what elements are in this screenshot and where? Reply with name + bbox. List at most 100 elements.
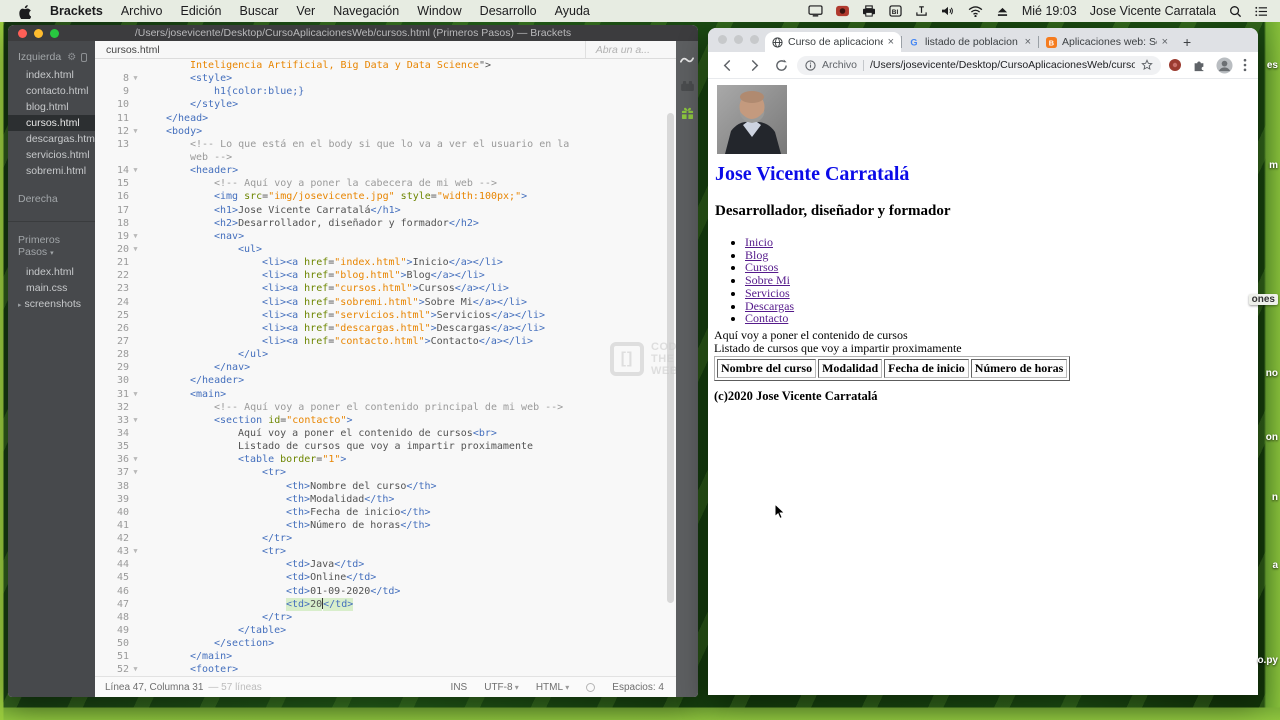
- menu-clock[interactable]: Mié 19:03: [1022, 4, 1077, 18]
- file-tab[interactable]: cursos.html: [95, 44, 160, 56]
- language-dropdown[interactable]: HTML: [536, 682, 569, 693]
- code-row[interactable]: 34 Aquí voy a poner el contenido de curso…: [95, 427, 676, 440]
- code-row[interactable]: 19 ▼ <nav>: [95, 230, 676, 243]
- code-row[interactable]: web -->: [95, 151, 676, 164]
- fold-arrow-icon[interactable]: ▼: [129, 414, 142, 427]
- desktop-icon-label[interactable]: o.py: [1257, 655, 1278, 666]
- new-tab-button[interactable]: +: [1183, 34, 1191, 50]
- code-row[interactable]: 24 <li><a href = "sobremi.html" > Sobre Mi </a…: [95, 296, 676, 309]
- tab-close-icon[interactable]: ×: [888, 36, 894, 48]
- project-dropdown[interactable]: Primeros Pasos ▾: [8, 222, 95, 264]
- sidebar-file-index.html[interactable]: index.html: [8, 67, 95, 83]
- sidebar-file-descargas.html[interactable]: descargas.html: [8, 131, 95, 147]
- live-preview-icon[interactable]: [680, 55, 694, 65]
- sidebar-file-sobremi.html[interactable]: sobremi.html: [8, 163, 95, 179]
- apple-menu-icon[interactable]: [18, 4, 31, 19]
- fold-arrow-icon[interactable]: ▼: [129, 230, 142, 243]
- desktop-icon-label[interactable]: m: [1269, 160, 1278, 171]
- screen-record-icon[interactable]: [835, 5, 849, 17]
- sidebar-file-cursos.html[interactable]: cursos.html: [8, 115, 95, 131]
- browser-tab-1[interactable]: Curso de aplicaciones Web ×: [765, 32, 901, 52]
- code-row[interactable]: 26 <li><a href = "descargas.html" > Descargas…: [95, 322, 676, 335]
- code-row[interactable]: 47 <td> 20 </td>: [95, 597, 676, 611]
- desktop-icon-label[interactable]: ones: [1248, 294, 1278, 305]
- code-row[interactable]: 12 ▼ <body>: [95, 125, 676, 138]
- code-row[interactable]: 25 <li><a href = "servicios.html" > Servicios…: [95, 309, 676, 322]
- browser-tab-2[interactable]: Glistado de poblacion de esp ×: [902, 32, 1038, 52]
- code-row[interactable]: 52 ▼ <footer>: [95, 663, 676, 676]
- code-row[interactable]: 31 ▼ <main>: [95, 388, 676, 401]
- bookmark-star-icon[interactable]: [1141, 59, 1153, 71]
- indent-setting[interactable]: Espacios: 4: [612, 682, 664, 693]
- code-row[interactable]: 44 <td> Java </td>: [95, 558, 676, 571]
- gear-icon[interactable]: ⚙: [67, 52, 76, 63]
- menu-item-edición[interactable]: Edición: [172, 4, 231, 18]
- code-row[interactable]: 42 </tr>: [95, 532, 676, 545]
- code-row[interactable]: 39 <th> Modalidad </th>: [95, 493, 676, 506]
- display-icon[interactable]: [808, 5, 823, 17]
- desktop-icon-label[interactable]: on: [1266, 432, 1278, 443]
- minimize-window-button[interactable]: [734, 35, 743, 44]
- code-row[interactable]: 45 <td> Online </td>: [95, 571, 676, 584]
- menu-app-name[interactable]: Brackets: [41, 4, 112, 18]
- insert-mode-indicator[interactable]: INS: [451, 682, 468, 693]
- sidebar-file-blog.html[interactable]: blog.html: [8, 99, 95, 115]
- code-row[interactable]: 29 </nav>: [95, 361, 676, 374]
- code-row[interactable]: 9 h1{color:blue;}: [95, 85, 676, 98]
- code-row[interactable]: 13 <!-- Lo que está en el body si que lo …: [95, 138, 676, 151]
- encoding-dropdown[interactable]: UTF-8: [484, 682, 519, 693]
- zoom-window-button[interactable]: [750, 35, 759, 44]
- code-row[interactable]: 14 ▼ <header>: [95, 164, 676, 177]
- fold-arrow-icon[interactable]: ▼: [129, 125, 142, 138]
- fold-arrow-icon[interactable]: ▼: [129, 466, 142, 479]
- wifi-icon[interactable]: [968, 5, 983, 17]
- code-row[interactable]: 10 </style>: [95, 98, 676, 111]
- tab-close-icon[interactable]: ×: [1162, 36, 1168, 48]
- fold-arrow-icon[interactable]: ▼: [129, 72, 142, 85]
- code-row[interactable]: Inteligencia Artificial, Big Data y Data…: [95, 59, 676, 72]
- project-file-main.css[interactable]: main.css: [8, 280, 95, 296]
- sidebar-file-contacto.html[interactable]: contacto.html: [8, 83, 95, 99]
- extensions-puzzle-icon[interactable]: [1189, 58, 1209, 72]
- fold-arrow-icon[interactable]: ▼: [129, 388, 142, 401]
- lint-status-icon[interactable]: [586, 682, 596, 692]
- code-row[interactable]: 21 <li><a href = "index.html" > Inicio </a></l…: [95, 256, 676, 269]
- project-folder-screenshots[interactable]: ▸ screenshots: [8, 296, 95, 312]
- fold-arrow-icon[interactable]: ▼: [129, 663, 142, 676]
- code-row[interactable]: 35 Listado de cursos que voy a impartir p…: [95, 440, 676, 453]
- address-bar[interactable]: Archivo /Users/josevicente/Desktop/Curso…: [797, 55, 1161, 75]
- minimize-window-button[interactable]: [34, 29, 43, 38]
- code-row[interactable]: 40 <th> Fecha de inicio </th>: [95, 506, 676, 519]
- code-row[interactable]: 8 ▼ <style>: [95, 72, 676, 85]
- fold-arrow-icon[interactable]: ▼: [129, 453, 142, 466]
- code-row[interactable]: 37 ▼ <tr>: [95, 466, 676, 479]
- menu-item-navegación[interactable]: Navegación: [324, 4, 408, 18]
- desktop-icon-label[interactable]: a: [1272, 560, 1278, 571]
- code-row[interactable]: 15 <!-- Aquí voy a poner la cabecera de m…: [95, 177, 676, 190]
- disclosure-triangle-icon[interactable]: ▸: [18, 302, 22, 309]
- code-row[interactable]: 30 </header>: [95, 374, 676, 387]
- desktop-icon-label[interactable]: n: [1272, 492, 1278, 503]
- reload-button[interactable]: [770, 58, 793, 72]
- open-file-hint[interactable]: Abra un a...: [584, 41, 676, 58]
- code-row[interactable]: 28 </ul>: [95, 348, 676, 361]
- code-row[interactable]: 50 </section>: [95, 637, 676, 650]
- code-row[interactable]: 48 </tr>: [95, 611, 676, 624]
- printer-icon[interactable]: [862, 5, 876, 17]
- code-row[interactable]: 17 <h1> Jose Vicente Carratalá </h1>: [95, 204, 676, 217]
- profile-avatar[interactable]: [1213, 56, 1236, 74]
- adblock-extension-icon[interactable]: [1165, 58, 1185, 72]
- menu-item-desarrollo[interactable]: Desarrollo: [471, 4, 546, 18]
- chrome-menu-icon[interactable]: [1240, 58, 1250, 72]
- code-row[interactable]: 32 <!-- Aquí voy a poner el contenido pri…: [95, 401, 676, 414]
- extension-updates-gift-icon[interactable]: [681, 107, 694, 119]
- code-row[interactable]: 51 </main>: [95, 650, 676, 663]
- menu-item-window[interactable]: Window: [408, 4, 470, 18]
- notification-center-icon[interactable]: [1255, 6, 1268, 17]
- desktop-icon-label[interactable]: no: [1266, 368, 1278, 379]
- code-row[interactable]: 43 ▼ <tr>: [95, 545, 676, 558]
- volume-icon[interactable]: [941, 5, 955, 17]
- fold-arrow-icon[interactable]: ▼: [129, 164, 142, 177]
- input-source-icon[interactable]: [915, 5, 928, 17]
- forward-button[interactable]: [743, 59, 766, 72]
